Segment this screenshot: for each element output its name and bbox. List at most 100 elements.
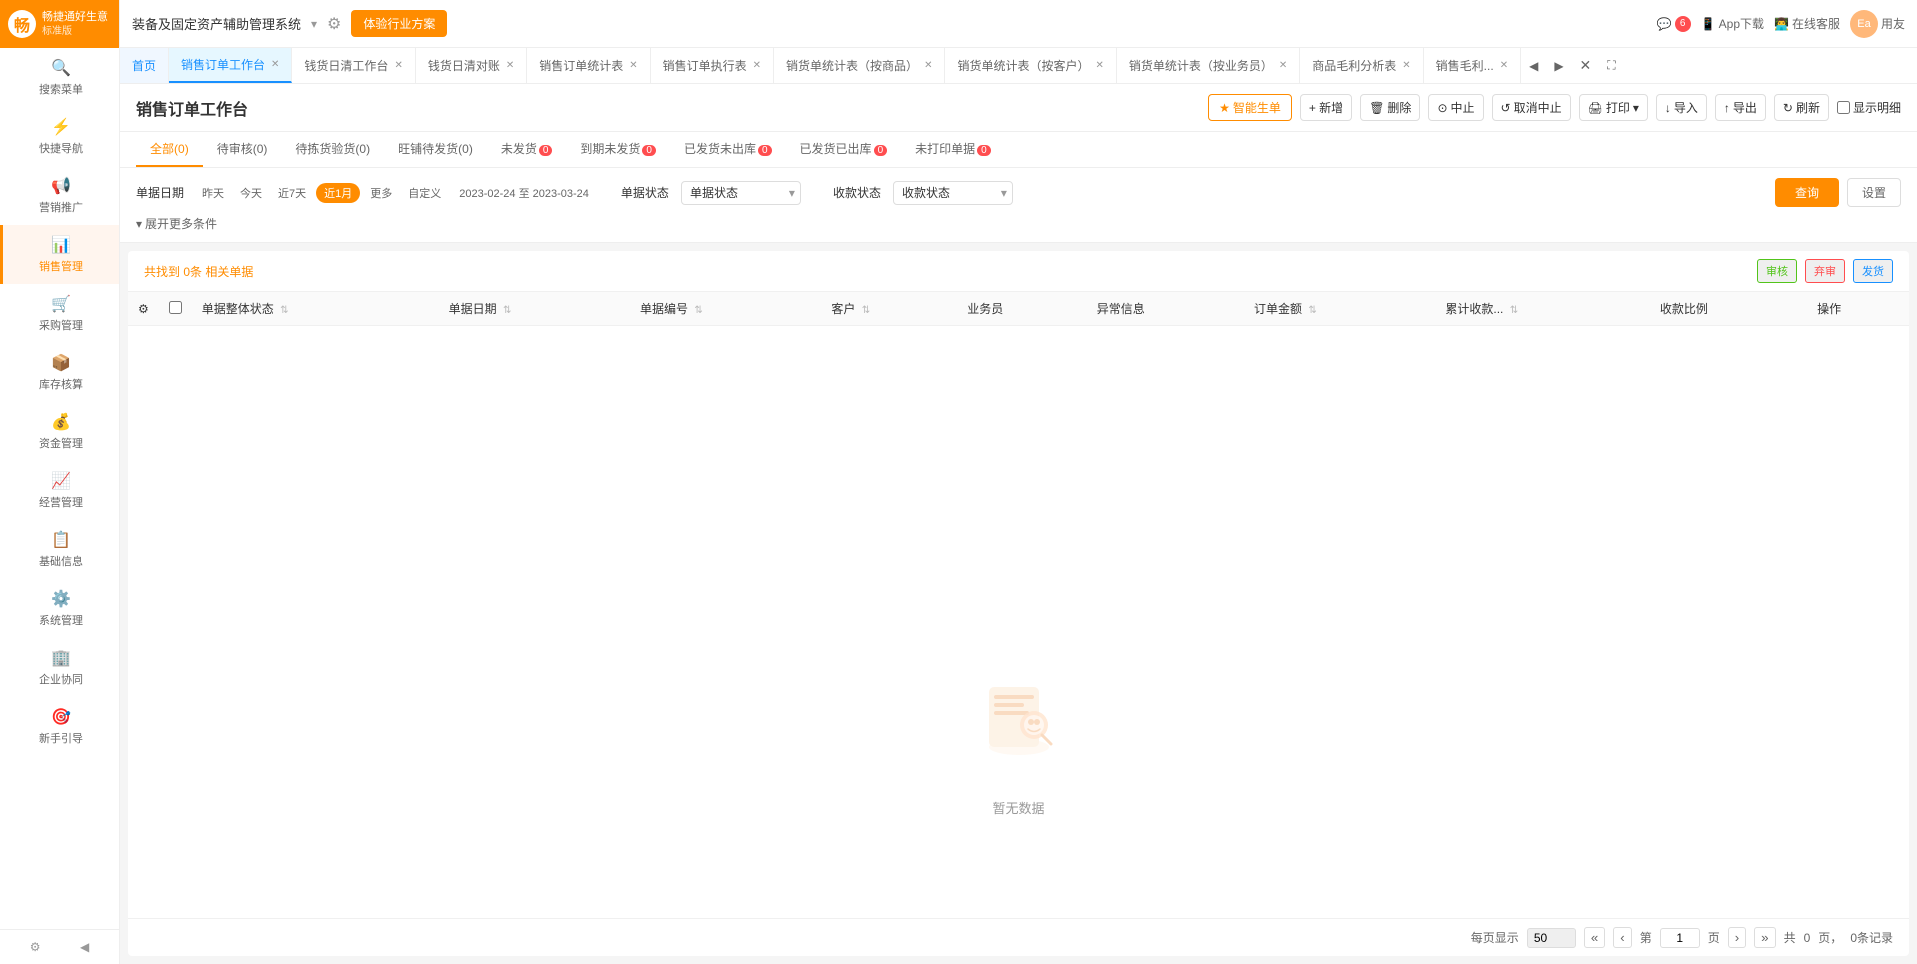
sub-tab-shipped-not-out[interactable]: 已发货未出库0 <box>670 132 786 167</box>
tab-nav-next[interactable]: ▶ <box>1546 48 1571 83</box>
sidebar-item-enterprise[interactable]: 🏢 企业协同 <box>0 638 119 697</box>
sort-date-icon[interactable]: ⇅ <box>503 305 511 316</box>
tab-close-sales-summary-customer[interactable]: ✕ <box>1095 60 1103 71</box>
sort-customer-icon[interactable]: ⇅ <box>862 305 870 316</box>
sidebar-item-operations[interactable]: 📈 经营管理 <box>0 461 119 520</box>
tab-cash-reconcile[interactable]: 钱货日清对账 ✕ <box>416 48 527 83</box>
table-scroll-area[interactable]: ⚙ 单据整体状态 ⇅ <box>128 292 1909 565</box>
stop-button[interactable]: ⊙ 中止 <box>1428 94 1483 121</box>
page-header: 销售订单工作台 ★ 智能生单 + 新增 🗑 删除 ⊙ 中止 <box>120 84 1917 132</box>
tab-sales-more[interactable]: 销售毛利... ✕ <box>1424 48 1521 83</box>
tab-close-all-button[interactable]: ✕ <box>1572 48 1600 83</box>
show-detail-input[interactable] <box>1837 101 1850 114</box>
tab-close-cash-daily[interactable]: ✕ <box>394 60 402 71</box>
sidebar-item-inventory[interactable]: 📦 库存核算 <box>0 343 119 402</box>
sidebar-item-purchase[interactable]: 🛒 采购管理 <box>0 284 119 343</box>
sidebar-item-marketing[interactable]: 📢 营销推广 <box>0 166 119 225</box>
tab-sales-order[interactable]: 销售订单工作台 ✕ <box>169 48 292 83</box>
select-all-checkbox[interactable] <box>169 301 182 314</box>
import-button[interactable]: ↓ 导入 <box>1656 94 1707 121</box>
th-staff: 业务员 <box>957 292 1087 326</box>
smart-create-button[interactable]: ★ 智能生单 <box>1208 94 1292 121</box>
marketing-icon: 📢 <box>51 176 71 196</box>
user-menu-button[interactable]: Ea 用友 <box>1850 10 1905 38</box>
tab-sales-exec[interactable]: 销售订单执行表 ✕ <box>651 48 774 83</box>
tab-home[interactable]: 首页 <box>120 48 169 83</box>
sub-tab-unprinted[interactable]: 未打印单据0 <box>901 132 1005 167</box>
settings-icon[interactable]: ⚙ <box>30 940 41 954</box>
date-btn-1month[interactable]: 近1月 <box>316 183 360 203</box>
batch-audit-button[interactable]: 审核 <box>1757 259 1797 283</box>
tab-close-sales-stat[interactable]: ✕ <box>629 60 637 71</box>
tab-close-sales-exec[interactable]: ✕ <box>753 60 761 71</box>
sub-tab-overdue-unshipped[interactable]: 到期未发货0 <box>566 132 670 167</box>
date-btn-yesterday[interactable]: 昨天 <box>196 183 230 203</box>
query-button[interactable]: 查询 <box>1775 178 1839 207</box>
sub-tab-shipped-out[interactable]: 已发货已出库0 <box>786 132 902 167</box>
date-btn-7days[interactable]: 近7天 <box>272 183 312 203</box>
filter-settings-button[interactable]: 设置 <box>1847 178 1901 207</box>
sub-tab-all[interactable]: 全部(0) <box>136 132 203 167</box>
refresh-button[interactable]: ↻ 刷新 <box>1774 94 1829 121</box>
page-input[interactable]: 1 <box>1660 928 1700 948</box>
online-service-button[interactable]: 👨‍💻 在线客服 <box>1774 15 1840 32</box>
data-table: ⚙ 单据整体状态 ⇅ <box>128 292 1909 326</box>
tab-sales-summary-customer[interactable]: 销货单统计表（按客户） ✕ <box>945 48 1116 83</box>
tab-sales-summary-product[interactable]: 销货单统计表（按商品） ✕ <box>774 48 945 83</box>
column-settings-icon[interactable]: ⚙ <box>138 302 149 316</box>
tab-close-sales-order[interactable]: ✕ <box>271 59 279 70</box>
sidebar-item-system[interactable]: ⚙️ 系统管理 <box>0 579 119 638</box>
print-button[interactable]: 🖨 打印 ▾ <box>1579 94 1648 121</box>
per-page-select[interactable]: 50 10 20 100 <box>1527 928 1576 948</box>
sort-received-icon[interactable]: ⇅ <box>1510 305 1518 316</box>
tab-maximize-button[interactable]: ⛶ <box>1599 48 1623 83</box>
new-button[interactable]: + 新增 <box>1300 94 1352 121</box>
tab-margin-analysis[interactable]: 商品毛利分析表 ✕ <box>1300 48 1423 83</box>
tab-close-sales-summary-staff[interactable]: ✕ <box>1279 60 1287 71</box>
sub-tab-unshipped[interactable]: 未发货0 <box>487 132 567 167</box>
tab-sales-stat[interactable]: 销售订单统计表 ✕ <box>527 48 650 83</box>
sidebar-item-quick-nav[interactable]: ⚡ 快捷导航 <box>0 107 119 166</box>
next-page-button[interactable]: › <box>1728 927 1746 948</box>
status-select[interactable]: 单据状态 <box>681 181 801 205</box>
prev-page-button[interactable]: ‹ <box>1613 927 1631 948</box>
tab-close-sales-summary-product[interactable]: ✕ <box>924 60 932 71</box>
topbar-expand-icon[interactable]: ▾ <box>311 17 317 31</box>
batch-cancel-button[interactable]: 弃审 <box>1805 259 1845 283</box>
expand-filter-button[interactable]: ▾ 展开更多条件 <box>136 215 217 232</box>
sidebar-item-sales[interactable]: 📊 销售管理 <box>0 225 119 284</box>
sort-number-icon[interactable]: ⇅ <box>694 305 702 316</box>
sub-tab-pending-inspect[interactable]: 待拣货验货(0) <box>281 132 384 167</box>
sidebar-item-finance[interactable]: 💰 资金管理 <box>0 402 119 461</box>
delete-button[interactable]: 🗑 删除 <box>1360 94 1420 121</box>
date-btn-today[interactable]: 今天 <box>234 183 268 203</box>
first-page-button[interactable]: « <box>1584 927 1605 948</box>
tab-close-cash-reconcile[interactable]: ✕ <box>506 60 514 71</box>
last-page-button[interactable]: » <box>1754 927 1775 948</box>
sort-amount-icon[interactable]: ⇅ <box>1308 305 1316 316</box>
date-btn-custom[interactable]: 自定义 <box>402 183 447 203</box>
tab-close-sales-more[interactable]: ✕ <box>1500 60 1508 71</box>
sub-tab-wangpu-ship[interactable]: 旺铺待发货(0) <box>384 132 487 167</box>
industry-solution-button[interactable]: 体验行业方案 <box>351 10 447 37</box>
receipt-select[interactable]: 收款状态 <box>893 181 1013 205</box>
date-btn-more[interactable]: 更多 <box>364 183 398 203</box>
tab-sales-summary-staff[interactable]: 销货单统计表（按业务员） ✕ <box>1117 48 1300 83</box>
collapse-icon[interactable]: ◀ <box>80 940 89 954</box>
show-detail-checkbox[interactable]: 显示明细 <box>1837 99 1901 116</box>
batch-ship-button[interactable]: 发货 <box>1853 259 1893 283</box>
app-download-button[interactable]: 📱 App下载 <box>1701 15 1764 32</box>
sub-tab-pending-review[interactable]: 待审核(0) <box>203 132 282 167</box>
topbar-settings-icon[interactable]: ⚙ <box>327 14 341 34</box>
tab-cash-daily[interactable]: 钱货日清工作台 ✕ <box>292 48 415 83</box>
sidebar-item-basic[interactable]: 📋 基础信息 <box>0 520 119 579</box>
cancel-stop-button[interactable]: ↺ 取消中止 <box>1492 94 1571 121</box>
sidebar-item-guide[interactable]: 🎯 新手引导 <box>0 697 119 756</box>
shipped-not-out-badge: 0 <box>758 145 772 156</box>
export-button[interactable]: ↑ 导出 <box>1715 94 1766 121</box>
tab-close-margin-analysis[interactable]: ✕ <box>1402 60 1410 71</box>
sort-status-icon[interactable]: ⇅ <box>280 305 288 316</box>
tab-nav-prev[interactable]: ◀ <box>1521 48 1546 83</box>
message-button[interactable]: 💬 6 <box>1657 16 1691 32</box>
sidebar-item-search[interactable]: 🔍 搜索菜单 <box>0 48 119 107</box>
